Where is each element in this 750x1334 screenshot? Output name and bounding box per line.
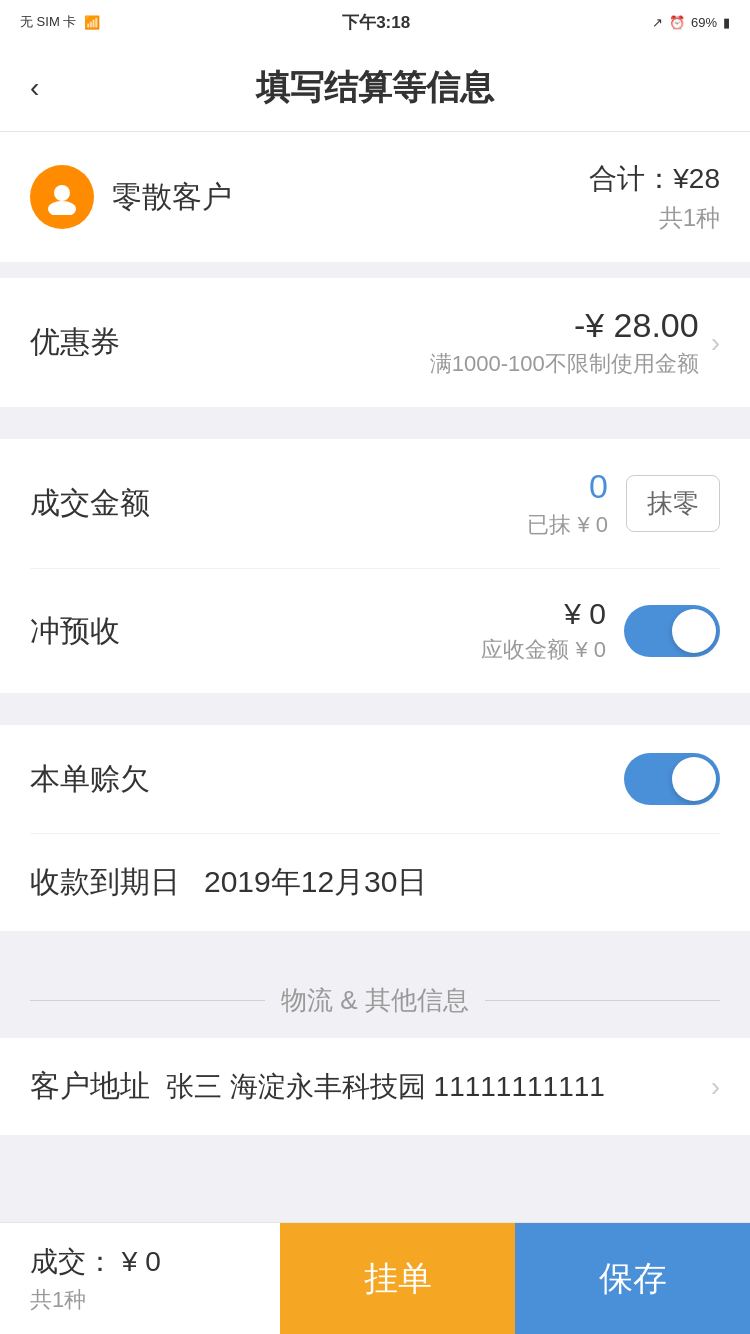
coupon-amount: -¥ 28.00 <box>430 306 699 345</box>
customer-row: 零散客户 合计：¥28 共1种 <box>0 132 750 262</box>
deal-amount-sub: 已抹 ¥ 0 <box>527 510 608 540</box>
customer-name: 零散客户 <box>112 177 232 218</box>
debit-label: 本单赊欠 <box>30 759 150 800</box>
debit-toggle-knob <box>672 757 716 801</box>
coupon-row[interactable]: 优惠券 -¥ 28.00 满1000-100不限制使用金额 › <box>0 278 750 407</box>
prepay-toggle[interactable] <box>624 605 720 657</box>
alarm-icon: ⏰ <box>669 15 685 30</box>
coupon-desc: 满1000-100不限制使用金额 <box>430 349 699 379</box>
deal-amount-row: 成交金额 0 已抹 ¥ 0 抹零 <box>0 439 750 568</box>
svg-point-0 <box>54 185 70 201</box>
prepay-label: 冲预收 <box>30 611 120 652</box>
debit-section: 本单赊欠 收款到期日 2019年12月30日 <box>0 725 750 931</box>
bottom-summary: 成交： ¥ 0 共1种 <box>0 1223 280 1334</box>
status-bar: 无 SIM 卡 📶 下午3:18 ↗ ⏰ 69% ▮ <box>0 0 750 44</box>
prepay-sub: 应收金额 ¥ 0 <box>481 635 606 665</box>
address-value: 张三 海淀永丰科技园 11111111111 <box>166 1068 695 1106</box>
address-row[interactable]: 客户地址 张三 海淀永丰科技园 11111111111 › <box>0 1038 750 1135</box>
coupon-info: -¥ 28.00 满1000-100不限制使用金额 <box>430 306 699 379</box>
deal-amount-value: 0 <box>527 467 608 506</box>
battery-level: 69% <box>691 15 717 30</box>
address-label: 客户地址 <box>30 1066 150 1107</box>
customer-avatar <box>30 165 94 229</box>
prepay-values: ¥ 0 应收金额 ¥ 0 <box>481 597 606 665</box>
logistics-header-text: 物流 & 其他信息 <box>281 983 469 1018</box>
total-count: 共1种 <box>589 202 720 234</box>
bottom-summary-amount: 成交： ¥ 0 <box>30 1243 250 1281</box>
page-title: 填写结算等信息 <box>256 65 494 111</box>
round-off-button[interactable]: 抹零 <box>626 475 720 532</box>
logistics-header: 物流 & 其他信息 <box>0 963 750 1038</box>
total-amount: 合计：¥28 <box>589 160 720 198</box>
status-right: ↗ ⏰ 69% ▮ <box>652 15 730 30</box>
debit-row: 本单赊欠 <box>0 725 750 833</box>
address-section: 客户地址 张三 海淀永丰科技园 11111111111 › <box>0 1038 750 1135</box>
back-button[interactable]: ‹ <box>30 72 39 104</box>
status-time: 下午3:18 <box>342 11 410 34</box>
battery-icon: ▮ <box>723 15 730 30</box>
duedate-row: 收款到期日 2019年12月30日 <box>0 834 750 931</box>
section-gap-2 <box>0 709 750 725</box>
coupon-label: 优惠券 <box>30 322 120 363</box>
customer-left: 零散客户 <box>30 165 232 229</box>
save-button[interactable]: 保存 <box>515 1223 750 1334</box>
coupon-section: 优惠券 -¥ 28.00 满1000-100不限制使用金额 › <box>0 278 750 407</box>
hold-button[interactable]: 挂单 <box>280 1223 515 1334</box>
duedate-label: 收款到期日 <box>30 862 180 903</box>
wifi-icon: 📶 <box>84 15 100 30</box>
content-area: 零散客户 合计：¥28 共1种 优惠券 -¥ 28.00 满1000-100不限… <box>0 132 750 1271</box>
customer-right: 合计：¥28 共1种 <box>589 160 720 234</box>
nav-bar: ‹ 填写结算等信息 <box>0 44 750 132</box>
deal-amount-right: 0 已抹 ¥ 0 抹零 <box>170 467 720 540</box>
chevron-right-icon: › <box>711 327 720 359</box>
coupon-right: -¥ 28.00 满1000-100不限制使用金额 › <box>430 306 720 379</box>
bottom-bar: 成交： ¥ 0 共1种 挂单 保存 <box>0 1222 750 1334</box>
prepay-row: 冲预收 ¥ 0 应收金额 ¥ 0 <box>0 569 750 693</box>
customer-section: 零散客户 合计：¥28 共1种 <box>0 132 750 262</box>
prepay-main: ¥ 0 <box>481 597 606 631</box>
section-gap-3 <box>0 947 750 963</box>
prepay-right: ¥ 0 应收金额 ¥ 0 <box>481 597 720 665</box>
section-gap-1 <box>0 423 750 439</box>
toggle-knob <box>672 609 716 653</box>
deal-amount-label: 成交金额 <box>30 483 170 524</box>
deal-amount-values: 0 已抹 ¥ 0 <box>527 467 608 540</box>
debit-toggle[interactable] <box>624 753 720 805</box>
duedate-value: 2019年12月30日 <box>204 862 427 903</box>
sim-status: 无 SIM 卡 <box>20 13 76 31</box>
bottom-summary-count: 共1种 <box>30 1285 250 1315</box>
location-icon: ↗ <box>652 15 663 30</box>
deal-amount-section: 成交金额 0 已抹 ¥ 0 抹零 冲预收 ¥ 0 应收金额 ¥ 0 <box>0 439 750 693</box>
address-chevron-icon: › <box>711 1071 720 1103</box>
status-left: 无 SIM 卡 📶 <box>20 13 100 31</box>
svg-point-1 <box>48 201 76 215</box>
